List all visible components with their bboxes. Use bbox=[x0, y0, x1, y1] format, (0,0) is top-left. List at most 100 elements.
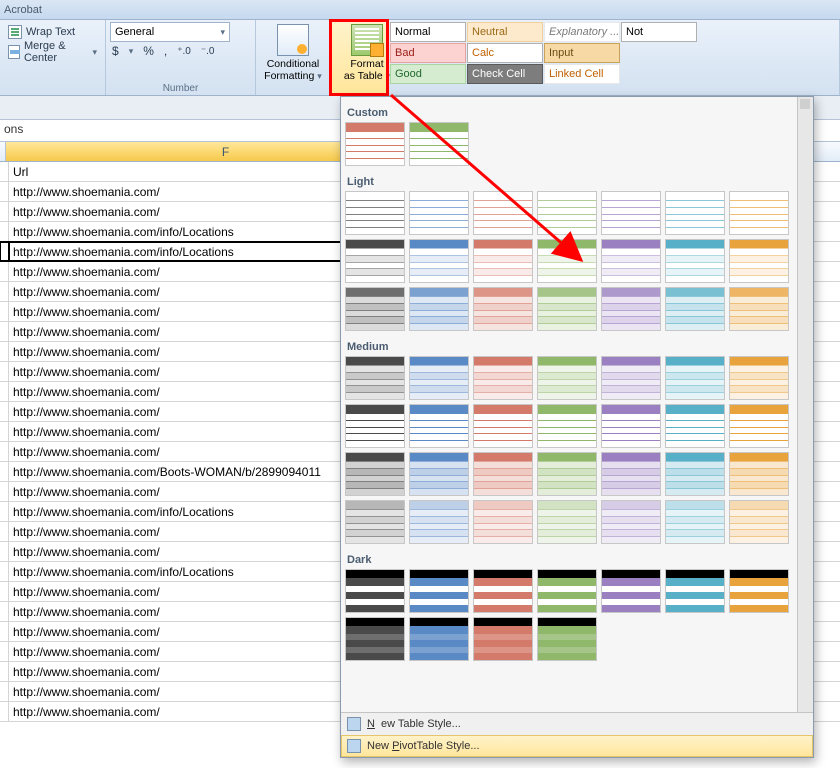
table-style-swatch[interactable] bbox=[345, 191, 405, 235]
percent-button[interactable]: % bbox=[141, 44, 156, 58]
table-style-swatch[interactable] bbox=[473, 452, 533, 496]
table-style-swatch[interactable] bbox=[665, 569, 725, 613]
decrease-decimal-button[interactable]: ⁻.0 bbox=[199, 46, 217, 57]
table-style-swatch[interactable] bbox=[473, 191, 533, 235]
table-style-swatch[interactable] bbox=[473, 500, 533, 544]
table-style-swatch[interactable] bbox=[729, 452, 789, 496]
table-style-swatch[interactable] bbox=[409, 287, 469, 331]
table-style-swatch[interactable] bbox=[537, 617, 597, 661]
new-table-style-label: ew Table Style... bbox=[381, 718, 461, 730]
table-style-icon bbox=[347, 717, 361, 731]
table-style-swatch[interactable] bbox=[473, 569, 533, 613]
cf-line1: Conditional bbox=[267, 58, 320, 70]
table-style-swatch[interactable] bbox=[729, 404, 789, 448]
table-style-swatch[interactable] bbox=[409, 404, 469, 448]
comma-button[interactable]: , bbox=[162, 44, 169, 58]
table-style-swatch[interactable] bbox=[665, 356, 725, 400]
table-style-swatch[interactable] bbox=[601, 356, 661, 400]
gallery-footer: New Table Style... New PivotTable Style.… bbox=[341, 712, 813, 757]
table-style-swatch[interactable] bbox=[345, 404, 405, 448]
table-style-swatch[interactable] bbox=[473, 239, 533, 283]
table-style-swatch[interactable] bbox=[665, 239, 725, 283]
table-style-swatch[interactable] bbox=[473, 356, 533, 400]
table-style-swatch[interactable] bbox=[601, 239, 661, 283]
merge-center-icon bbox=[8, 45, 20, 59]
number-format-value: General bbox=[115, 26, 154, 38]
cell-style-linked-cell[interactable]: Linked Cell bbox=[544, 64, 620, 84]
table-style-swatch[interactable] bbox=[409, 617, 469, 661]
table-style-swatch[interactable] bbox=[729, 500, 789, 544]
currency-button[interactable]: $ bbox=[110, 44, 121, 58]
table-style-swatch[interactable] bbox=[473, 617, 533, 661]
pivot-style-icon bbox=[347, 739, 361, 753]
merge-center-label: Merge & Center bbox=[24, 40, 89, 64]
table-style-swatch[interactable] bbox=[345, 122, 405, 166]
table-style-swatch[interactable] bbox=[537, 287, 597, 331]
table-style-swatch[interactable] bbox=[409, 122, 469, 166]
table-style-swatch[interactable] bbox=[537, 569, 597, 613]
group-label-number: Number bbox=[106, 83, 255, 94]
chevron-down-icon: ▾ bbox=[92, 47, 97, 58]
new-table-style-button[interactable]: New Table Style... bbox=[341, 713, 813, 735]
table-style-swatch[interactable] bbox=[601, 452, 661, 496]
table-style-swatch[interactable] bbox=[473, 287, 533, 331]
table-style-swatch[interactable] bbox=[729, 287, 789, 331]
cell-style-calc[interactable]: Calc bbox=[467, 43, 543, 63]
increase-decimal-button[interactable]: ⁺.0 bbox=[175, 46, 193, 57]
cell-style-check-cell[interactable]: Check Cell bbox=[467, 64, 543, 84]
cell-style-bad[interactable]: Bad bbox=[390, 43, 466, 63]
table-style-swatch[interactable] bbox=[345, 569, 405, 613]
table-style-swatch[interactable] bbox=[601, 191, 661, 235]
mnemonic: N bbox=[367, 718, 375, 730]
table-style-swatch[interactable] bbox=[345, 617, 405, 661]
new-pivottable-style-button[interactable]: New PivotTable Style... bbox=[341, 735, 813, 757]
gallery-scrollbar[interactable] bbox=[797, 97, 813, 712]
cell-style-normal[interactable]: Normal bbox=[390, 22, 466, 42]
format-as-table-icon bbox=[351, 24, 383, 56]
table-style-swatch[interactable] bbox=[409, 569, 469, 613]
table-style-swatch[interactable] bbox=[345, 287, 405, 331]
table-style-swatch[interactable] bbox=[345, 500, 405, 544]
table-style-swatch[interactable] bbox=[345, 239, 405, 283]
merge-center-button[interactable]: Merge & Center ▾ bbox=[4, 42, 101, 62]
table-style-swatch[interactable] bbox=[729, 239, 789, 283]
cell-styles-gallery[interactable]: NormalBadGood NeutralCalcCheck Cell Explan… bbox=[388, 20, 840, 95]
cell-style-good[interactable]: Good bbox=[390, 64, 466, 84]
table-style-swatch[interactable] bbox=[665, 500, 725, 544]
table-style-swatch[interactable] bbox=[409, 191, 469, 235]
gallery-section-medium: Medium bbox=[345, 335, 809, 356]
table-style-swatch[interactable] bbox=[601, 569, 661, 613]
table-style-swatch[interactable] bbox=[537, 356, 597, 400]
table-style-swatch[interactable] bbox=[729, 569, 789, 613]
table-style-swatch[interactable] bbox=[409, 452, 469, 496]
table-style-swatch[interactable] bbox=[665, 452, 725, 496]
wrap-text-button[interactable]: Wrap Text bbox=[4, 22, 101, 42]
table-style-swatch[interactable] bbox=[537, 239, 597, 283]
gallery-section-dark: Dark bbox=[345, 548, 809, 569]
cell-style-explanatory-[interactable]: Explanatory ... bbox=[544, 22, 620, 42]
cell-style-neutral[interactable]: Neutral bbox=[467, 22, 543, 42]
cell-style-input[interactable]: Input bbox=[544, 43, 620, 63]
number-format-combo[interactable]: General ▾ bbox=[110, 22, 230, 42]
table-style-swatch[interactable] bbox=[601, 404, 661, 448]
table-style-swatch[interactable] bbox=[601, 287, 661, 331]
gallery-section-light: Light bbox=[345, 170, 809, 191]
table-style-swatch[interactable] bbox=[409, 239, 469, 283]
table-style-swatch[interactable] bbox=[409, 356, 469, 400]
table-style-swatch[interactable] bbox=[473, 404, 533, 448]
table-style-swatch[interactable] bbox=[665, 404, 725, 448]
table-style-swatch[interactable] bbox=[345, 356, 405, 400]
table-style-swatch[interactable] bbox=[729, 356, 789, 400]
table-style-swatch[interactable] bbox=[537, 452, 597, 496]
table-style-swatch[interactable] bbox=[665, 287, 725, 331]
table-style-swatch[interactable] bbox=[665, 191, 725, 235]
table-style-swatch[interactable] bbox=[537, 404, 597, 448]
table-style-swatch[interactable] bbox=[729, 191, 789, 235]
table-style-swatch[interactable] bbox=[537, 191, 597, 235]
table-style-swatch[interactable] bbox=[409, 500, 469, 544]
table-style-swatch[interactable] bbox=[537, 500, 597, 544]
table-style-swatch[interactable] bbox=[345, 452, 405, 496]
table-style-swatch[interactable] bbox=[601, 500, 661, 544]
cell-style-not[interactable]: Not bbox=[621, 22, 697, 42]
conditional-formatting-button[interactable]: Conditional Formatting ▾ bbox=[260, 22, 326, 82]
